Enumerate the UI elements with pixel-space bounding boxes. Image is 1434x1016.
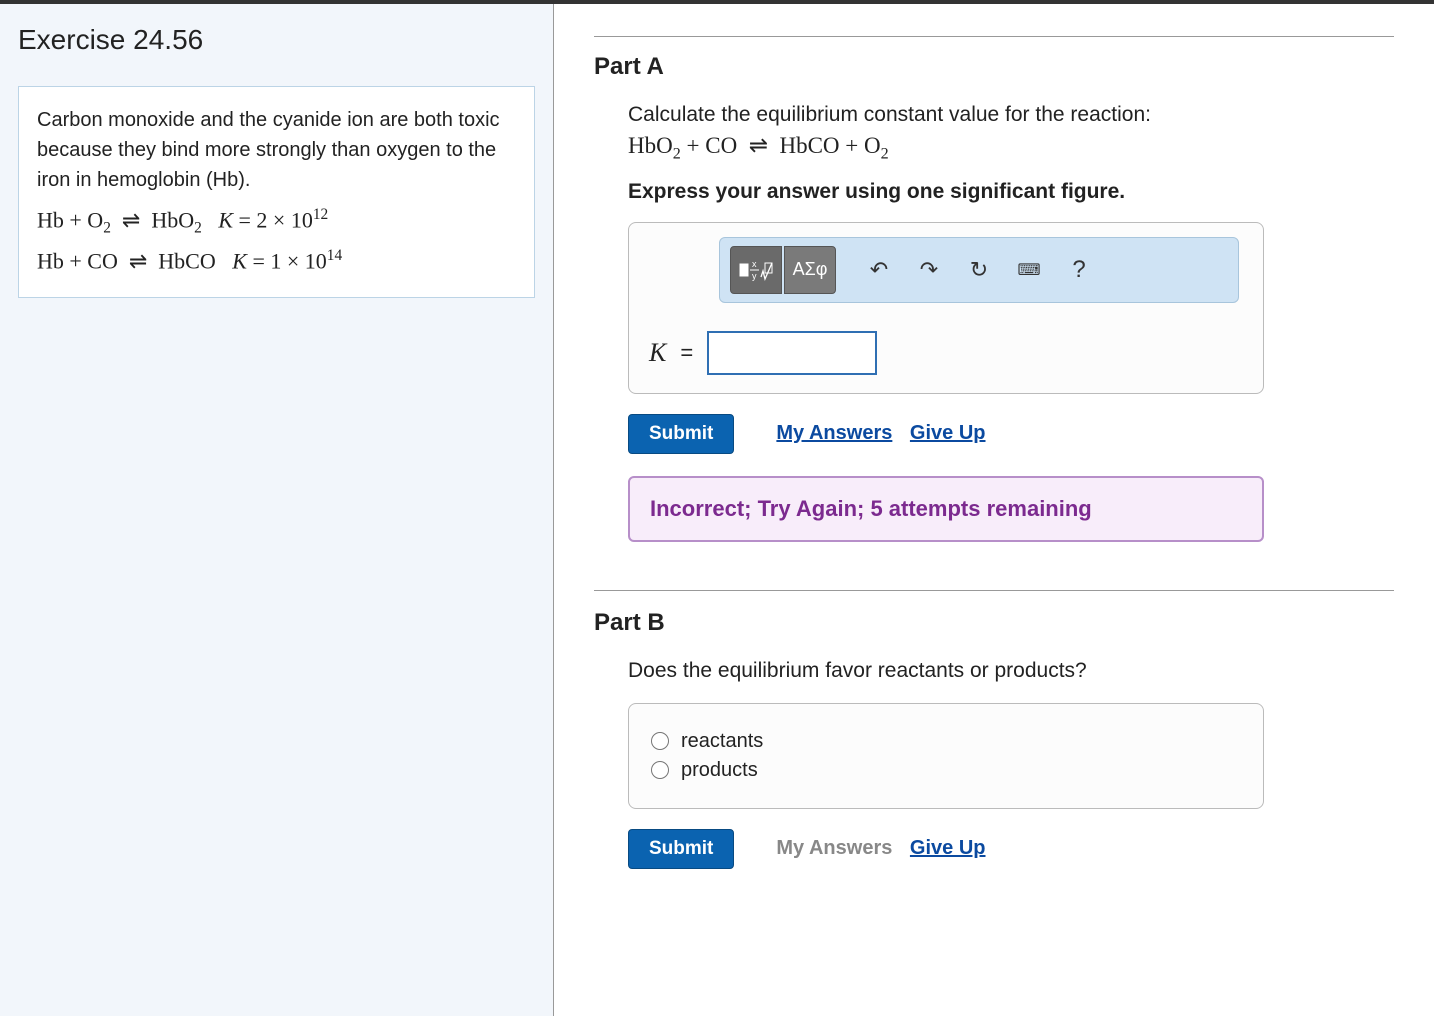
radio-products[interactable] <box>651 761 669 779</box>
equation-2: Hb + CO ⇌ HbCO K = 1 × 1014 <box>37 244 516 277</box>
part-a-reaction: HbO2 + CO ⇌ HbCO + O2 <box>628 133 1394 164</box>
give-up-link-b[interactable]: Give Up <box>904 837 992 859</box>
equation-1: Hb + O2 ⇌ HbO2 K = 2 × 1012 <box>37 203 516 240</box>
radio-box: reactants products <box>628 703 1264 809</box>
help-icon[interactable]: ? <box>1058 250 1100 290</box>
my-answers-link-b: My Answers <box>770 837 898 859</box>
k-label: K <box>649 338 666 368</box>
radio-label: products <box>681 759 758 782</box>
equation-toolbar: x y ΑΣφ ↶ ↷ ↻ ⌨ ? <box>719 237 1239 303</box>
radio-option-products[interactable]: products <box>651 759 1241 782</box>
equals-sign: = <box>680 340 693 366</box>
divider <box>594 36 1394 37</box>
part-a-instruction: Express your answer using one significan… <box>628 180 1394 204</box>
left-panel: Exercise 24.56 Carbon monoxide and the c… <box>0 4 554 1016</box>
submit-button-a[interactable]: Submit <box>628 414 734 454</box>
radio-option-reactants[interactable]: reactants <box>651 730 1241 753</box>
greek-symbols-button[interactable]: ΑΣφ <box>784 246 836 294</box>
radio-label: reactants <box>681 730 763 753</box>
right-panel: Part A Calculate the equilibrium constan… <box>554 4 1434 1016</box>
svg-text:y: y <box>752 271 757 281</box>
reset-icon[interactable]: ↻ <box>958 250 1000 290</box>
submit-button-b[interactable]: Submit <box>628 829 734 869</box>
part-b-title: Part B <box>594 609 1394 637</box>
divider <box>594 590 1394 591</box>
part-a-question: Calculate the equilibrium constant value… <box>628 103 1394 127</box>
part-a-title: Part A <box>594 53 1394 81</box>
answer-box: x y ΑΣφ ↶ ↷ ↻ ⌨ ? <box>628 222 1264 394</box>
svg-text:x: x <box>752 259 757 269</box>
info-box: Carbon monoxide and the cyanide ion are … <box>18 86 535 298</box>
part-b-question: Does the equilibrium favor reactants or … <box>628 659 1394 683</box>
give-up-link-a[interactable]: Give Up <box>904 422 992 444</box>
templates-button[interactable]: x y <box>730 246 782 294</box>
feedback-message: Incorrect; Try Again; 5 attempts remaini… <box>628 476 1264 542</box>
keyboard-icon[interactable]: ⌨ <box>1008 250 1050 290</box>
k-input[interactable] <box>707 331 877 375</box>
info-intro: Carbon monoxide and the cyanide ion are … <box>37 105 516 195</box>
exercise-title: Exercise 24.56 <box>18 24 535 56</box>
undo-icon[interactable]: ↶ <box>858 250 900 290</box>
my-answers-link-a[interactable]: My Answers <box>770 422 898 444</box>
radio-reactants[interactable] <box>651 732 669 750</box>
redo-icon[interactable]: ↷ <box>908 250 950 290</box>
